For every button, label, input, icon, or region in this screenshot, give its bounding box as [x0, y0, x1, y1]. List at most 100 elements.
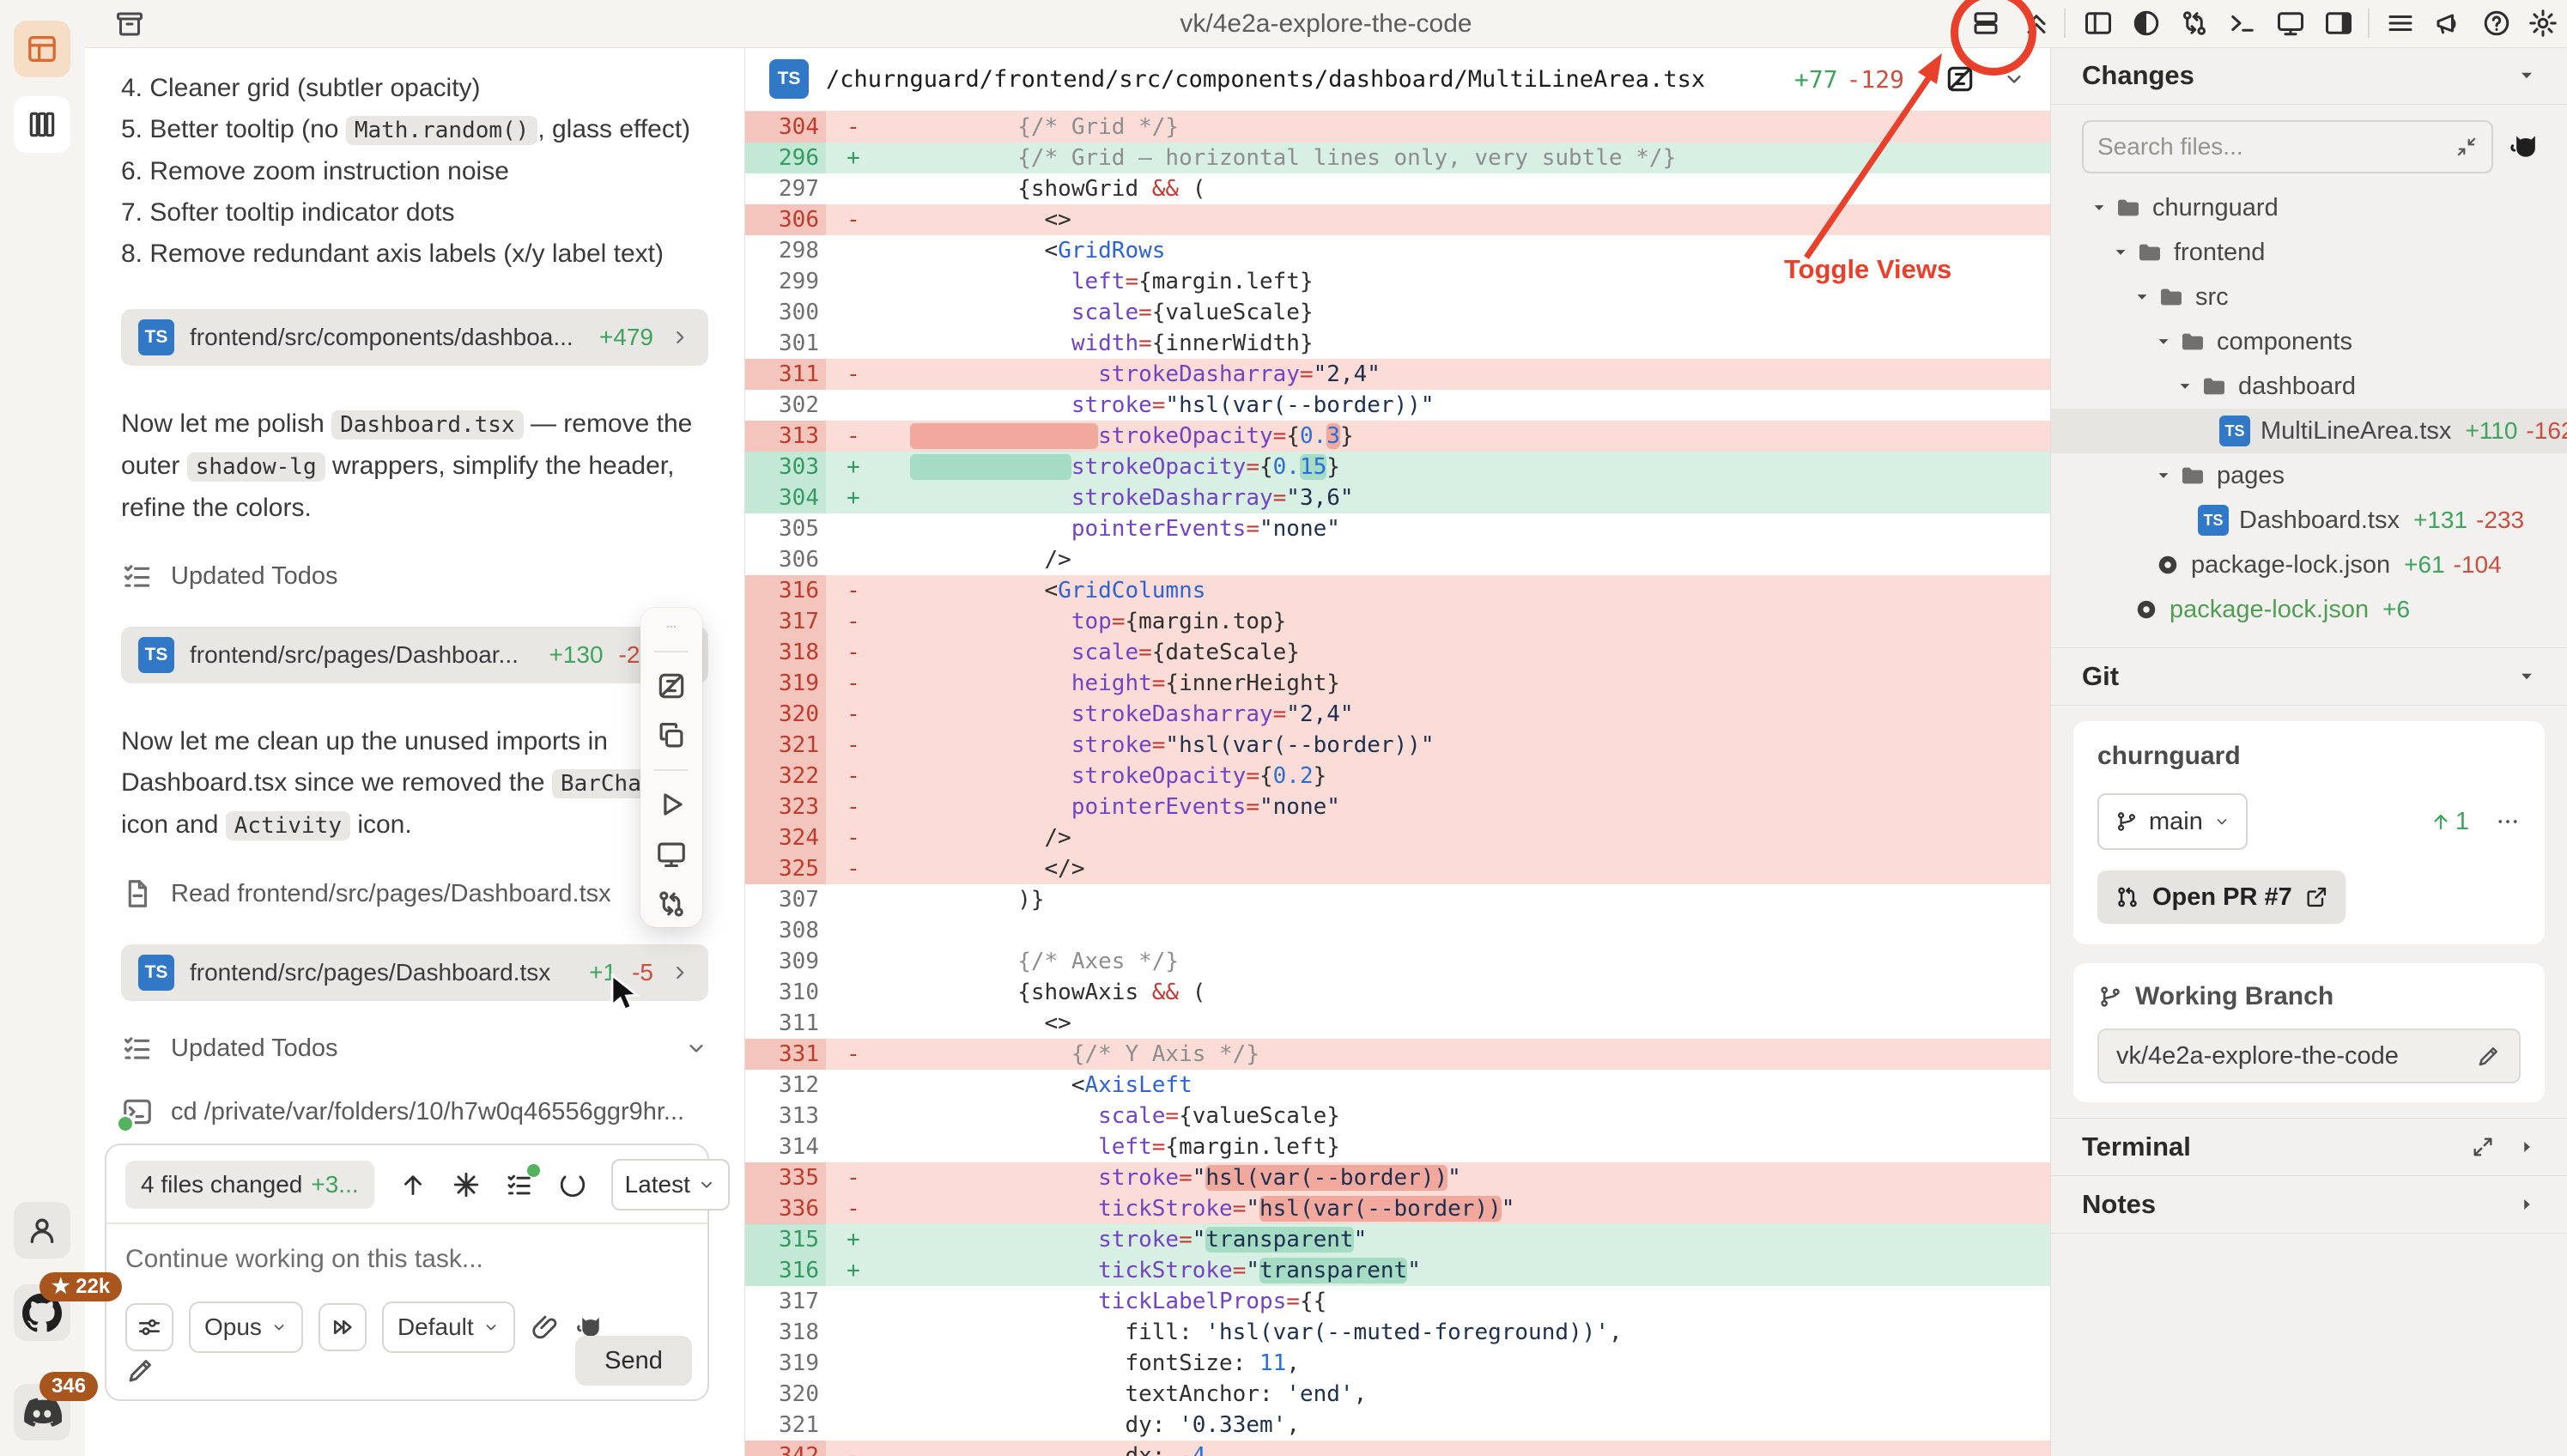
- settings-gear-icon[interactable]: [2528, 8, 2558, 39]
- terminal-icon[interactable]: [2227, 8, 2258, 39]
- chat-bubble-icon[interactable]: [2131, 8, 2162, 39]
- tree-folder-row[interactable]: frontend: [2051, 230, 2567, 275]
- diff-sign: +: [826, 143, 881, 173]
- panel-right-icon[interactable]: [2323, 8, 2354, 39]
- code-token: textAnchor:: [910, 1381, 1286, 1407]
- code-token: top: [910, 609, 1112, 634]
- tool-row[interactable]: Updated Todos: [121, 560, 708, 592]
- send-button[interactable]: Send: [575, 1336, 692, 1386]
- rail-discord-button[interactable]: 346: [14, 1384, 70, 1441]
- diff-sign: -: [826, 112, 881, 143]
- diff-sign: -: [826, 1441, 881, 1456]
- line-number: 308: [745, 915, 826, 946]
- drag-handle-dots[interactable]: [654, 620, 689, 634]
- working-branch-input[interactable]: vk/4e2a-explore-the-code: [2097, 1028, 2521, 1083]
- chevron-down-icon[interactable]: [2002, 67, 2026, 91]
- diff-sign: +: [826, 1255, 881, 1286]
- spark-icon[interactable]: [452, 1170, 481, 1199]
- files-changed-chip[interactable]: 4 files changed +3...: [125, 1161, 374, 1209]
- file-change-chip[interactable]: TSfrontend/src/components/dashboa...+479: [121, 309, 708, 366]
- code-token: =: [1273, 423, 1287, 449]
- rail-columns-button[interactable]: [14, 96, 70, 153]
- settings-sliders-button[interactable]: [125, 1303, 173, 1351]
- todos-icon[interactable]: [505, 1170, 534, 1199]
- file-stats: +6: [2382, 596, 2410, 623]
- code-token: ": [1447, 1165, 1461, 1191]
- rail-account-button[interactable]: [14, 1202, 70, 1259]
- code-line: tickStroke="transparent": [881, 1255, 1421, 1286]
- tool-label: Updated Todos: [171, 1034, 338, 1063]
- panel-left-icon[interactable]: [2083, 8, 2114, 39]
- diff-sign: -: [826, 668, 881, 699]
- file-change-chip[interactable]: TSfrontend/src/pages/Dashboard.tsx+1-5: [121, 944, 708, 1001]
- tree-file-row[interactable]: TSDashboard.tsx+131-233: [2051, 498, 2567, 543]
- tree-folder-row[interactable]: pages: [2051, 453, 2567, 498]
- tree-folder-row[interactable]: churnguard: [2051, 185, 2567, 230]
- folder-name: churnguard: [2152, 194, 2279, 222]
- code-token: stroke: [910, 1227, 1179, 1253]
- open-pr-button[interactable]: Open PR #7: [2097, 871, 2345, 924]
- code-token: scale: [910, 300, 1138, 325]
- branch-dropdown[interactable]: main: [2097, 793, 2248, 850]
- git-compare-icon[interactable]: [655, 888, 688, 920]
- code-token: (: [1179, 980, 1205, 1005]
- search-placeholder: Search files...: [2097, 133, 2455, 161]
- file-name: MultiLineArea.tsx: [2261, 417, 2451, 446]
- file-change-chip[interactable]: TSfrontend/src/pages/Dashboar...+130-22: [121, 627, 708, 683]
- chat-message-list: 4. Cleaner grid (subtler opacity)5. Bett…: [121, 68, 708, 1128]
- terminal-section-header[interactable]: Terminal: [2051, 1118, 2567, 1176]
- fast-forward-button[interactable]: [319, 1303, 367, 1351]
- code-token: AxisLeft: [1085, 1072, 1192, 1098]
- code-token: {margin.left}: [1138, 269, 1314, 294]
- attachment-paperclip-icon[interactable]: [531, 1313, 560, 1342]
- rail-workspace-button[interactable]: [14, 21, 70, 77]
- tree-file-row[interactable]: package-lock.json+6: [2051, 587, 2567, 632]
- tool-row[interactable]: Read frontend/src/pages/Dashboard.tsx: [121, 877, 708, 910]
- scroll-up-icon[interactable]: [398, 1170, 428, 1199]
- git-compare-icon[interactable]: [2179, 8, 2210, 39]
- git-section-header[interactable]: Git: [2051, 647, 2567, 706]
- search-files-input[interactable]: Search files...: [2082, 120, 2493, 173]
- tool-label: Read frontend/src/pages/Dashboard.tsx: [171, 880, 611, 908]
- copy-icon[interactable]: [655, 719, 688, 752]
- tree-file-row[interactable]: TSMultiLineArea.tsx+110-162: [2051, 409, 2567, 453]
- notes-section-header[interactable]: Notes: [2051, 1176, 2567, 1234]
- collapse-all-icon[interactable]: [2021, 8, 2052, 39]
- tool-row[interactable]: cd /private/var/folders/10/h7w0q46556ggr…: [121, 1095, 708, 1128]
- expand-icon[interactable]: [2471, 1135, 2495, 1159]
- cat-icon[interactable]: [2509, 130, 2543, 164]
- person-icon: [25, 1213, 59, 1247]
- version-dropdown[interactable]: Latest: [611, 1159, 730, 1210]
- tree-folder-row[interactable]: src: [2051, 275, 2567, 319]
- menu-icon[interactable]: [2385, 8, 2416, 39]
- toggle-views-icon[interactable]: [1970, 8, 2001, 39]
- collapse-arrows-icon[interactable]: [2455, 136, 2478, 158]
- feedback-megaphone-icon[interactable]: [2433, 8, 2464, 39]
- mode-dropdown[interactable]: Default: [382, 1301, 515, 1353]
- more-options-icon[interactable]: [2495, 809, 2521, 834]
- monitor-icon[interactable]: [2275, 8, 2306, 39]
- help-icon[interactable]: [2481, 8, 2512, 39]
- run-play-icon[interactable]: [655, 788, 688, 821]
- diff-sign: -: [826, 792, 881, 822]
- rail-github-button[interactable]: ★ 22k: [14, 1284, 70, 1341]
- pen-icon[interactable]: [125, 1355, 156, 1386]
- tree-file-row[interactable]: package-lock.json+61-104: [2051, 543, 2567, 587]
- code-line: fontSize: 11,: [881, 1348, 1300, 1379]
- text-run: 6. Remove zoom instruction noise: [121, 157, 509, 185]
- code-token: =: [1152, 1134, 1166, 1160]
- model-dropdown[interactable]: Opus: [189, 1301, 303, 1353]
- code-token: ": [1192, 1227, 1206, 1253]
- tool-row[interactable]: Updated Todos: [121, 1032, 708, 1065]
- changes-section-header[interactable]: Changes: [2051, 47, 2567, 105]
- diff-mode-icon[interactable]: [1944, 63, 1976, 95]
- tree-folder-row[interactable]: components: [2051, 319, 2567, 364]
- line-number: 301: [745, 328, 826, 359]
- preview-monitor-icon[interactable]: [655, 838, 688, 871]
- code-token: strokeOpacity: [1098, 423, 1273, 449]
- edit-pencil-icon[interactable]: [2476, 1043, 2502, 1069]
- deletions-count: -162: [2526, 417, 2567, 445]
- diff-view-icon[interactable]: [655, 670, 688, 702]
- tree-folder-row[interactable]: dashboard: [2051, 364, 2567, 409]
- message-input[interactable]: Continue working on this task...: [125, 1245, 689, 1274]
